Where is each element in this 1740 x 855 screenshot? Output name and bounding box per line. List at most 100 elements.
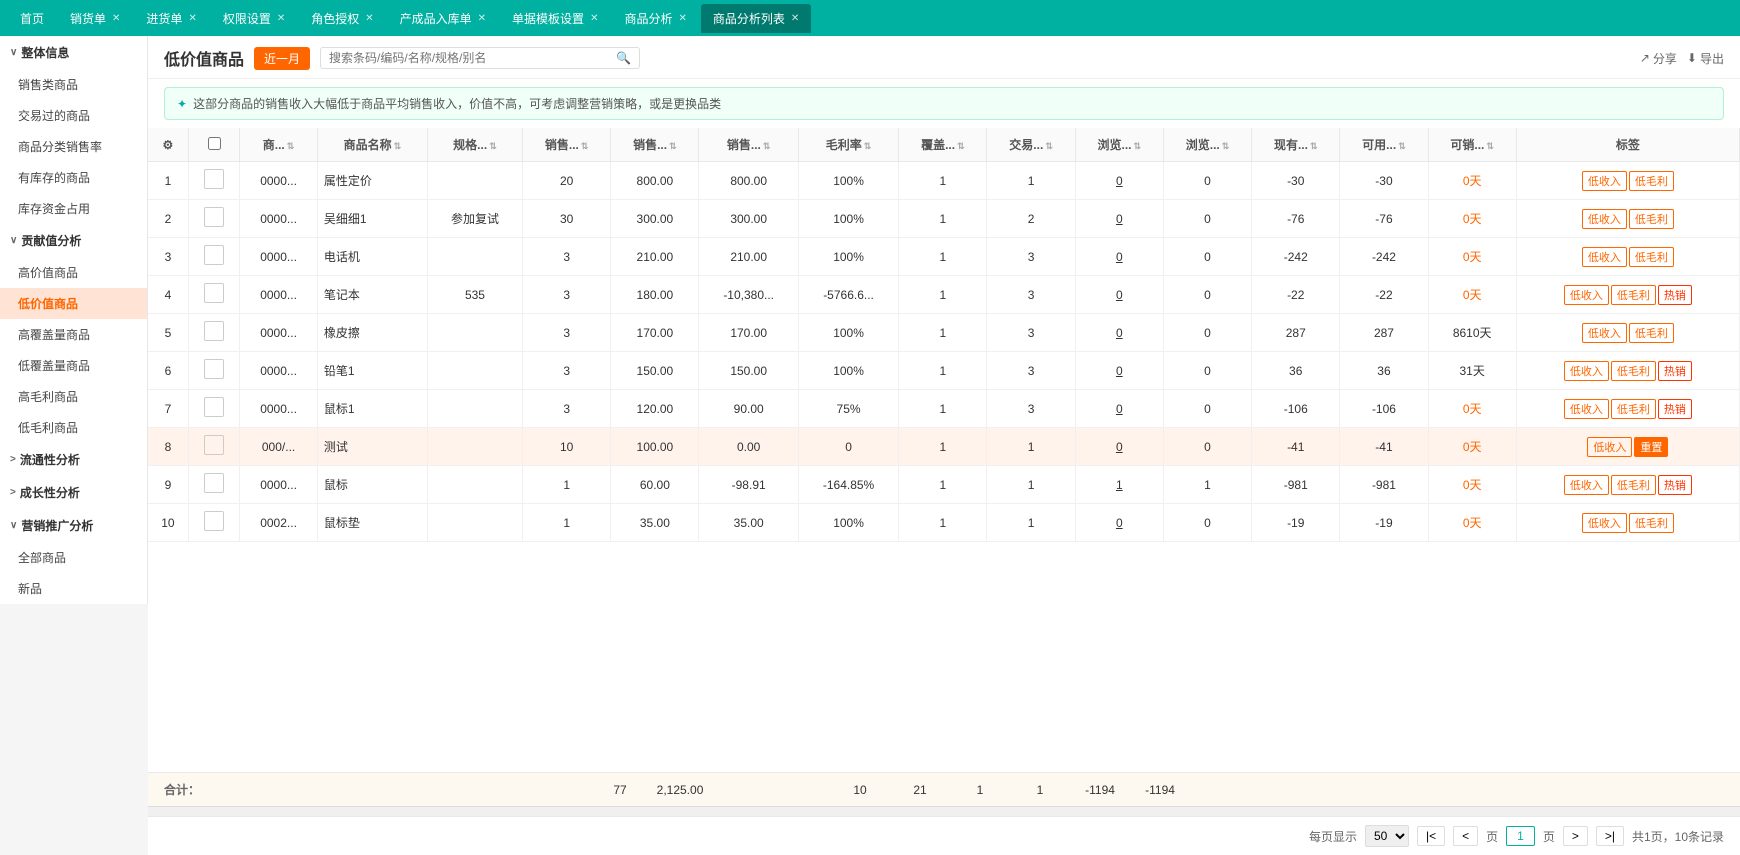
period-button[interactable]: 近一月 bbox=[254, 47, 310, 70]
sidebar-item-low-coverage[interactable]: 低覆盖量商品 bbox=[0, 350, 147, 381]
last-page-button[interactable]: >| bbox=[1596, 826, 1624, 846]
col-trade[interactable]: 交易...⇅ bbox=[987, 128, 1075, 162]
select-all-checkbox[interactable] bbox=[208, 137, 221, 150]
col-browse2[interactable]: 浏览...⇅ bbox=[1163, 128, 1251, 162]
row-checkbox[interactable] bbox=[204, 283, 224, 303]
nav-item-analysis-list[interactable]: 商品分析列表 ✕ bbox=[701, 4, 811, 33]
col-browse1[interactable]: 浏览...⇅ bbox=[1075, 128, 1163, 162]
row-checkbox[interactable] bbox=[204, 169, 224, 189]
cell-saleable: 0天 bbox=[1428, 390, 1516, 428]
nav-item-template[interactable]: 单据模板设置 ✕ bbox=[500, 4, 610, 33]
sidebar-item-stock-capital[interactable]: 库存资金占用 bbox=[0, 193, 147, 224]
cell-checkbox bbox=[188, 504, 239, 542]
browse-link[interactable]: 0 bbox=[1116, 288, 1123, 302]
nav-item-home[interactable]: 首页 bbox=[8, 4, 56, 33]
cell-sales-amount: 150.00 bbox=[611, 352, 699, 390]
browse-link[interactable]: 0 bbox=[1116, 174, 1123, 188]
row-checkbox[interactable] bbox=[204, 207, 224, 227]
cell-trade: 3 bbox=[987, 314, 1075, 352]
sidebar-item-low-gross[interactable]: 低毛利商品 bbox=[0, 412, 147, 443]
sidebar-item-new-products[interactable]: 新品 bbox=[0, 573, 147, 604]
row-checkbox[interactable] bbox=[204, 435, 224, 455]
sidebar-group-overall[interactable]: ∨ 整体信息 bbox=[0, 36, 147, 69]
sidebar-item-high-coverage[interactable]: 高覆盖量商品 bbox=[0, 319, 147, 350]
cell-trade: 1 bbox=[987, 428, 1075, 466]
col-available[interactable]: 可用...⇅ bbox=[1340, 128, 1428, 162]
page-size-select[interactable]: 50 bbox=[1365, 825, 1409, 847]
sidebar-item-traded-products[interactable]: 交易过的商品 bbox=[0, 100, 147, 131]
col-tags: 标签 bbox=[1516, 128, 1739, 162]
browse-link[interactable]: 0 bbox=[1116, 516, 1123, 530]
cell-current-stock: -242 bbox=[1252, 238, 1340, 276]
row-checkbox[interactable] bbox=[204, 359, 224, 379]
browse-link[interactable]: 0 bbox=[1116, 364, 1123, 378]
prev-page-button[interactable]: < bbox=[1453, 826, 1478, 846]
cell-name: 鼠标1 bbox=[317, 390, 427, 428]
cell-idx: 10 bbox=[148, 504, 188, 542]
sidebar-group-marketing[interactable]: ∨ 营销推广分析 bbox=[0, 509, 147, 542]
close-icon[interactable]: ✕ bbox=[188, 13, 196, 24]
col-saleable[interactable]: 可销...⇅ bbox=[1428, 128, 1516, 162]
table-header-row: ⚙ 商...⇅ 商品名称⇅ 规格...⇅ 销售...⇅ 销售...⇅ 销售...… bbox=[148, 128, 1740, 162]
browse-link[interactable]: 0 bbox=[1116, 250, 1123, 264]
nav-item-purchase[interactable]: 进货单 ✕ bbox=[134, 4, 208, 33]
cell-code: 0000... bbox=[240, 466, 318, 504]
sidebar-item-high-value[interactable]: 高价值商品 bbox=[0, 257, 147, 288]
sidebar-item-stock-products[interactable]: 有库存的商品 bbox=[0, 162, 147, 193]
sidebar-item-all-products[interactable]: 全部商品 bbox=[0, 542, 147, 573]
browse-link[interactable]: 0 bbox=[1116, 212, 1123, 226]
sidebar-item-low-value[interactable]: 低价值商品 bbox=[0, 288, 147, 319]
row-checkbox[interactable] bbox=[204, 397, 224, 417]
row-checkbox[interactable] bbox=[204, 473, 224, 493]
sidebar-group-growth[interactable]: > 成长性分析 bbox=[0, 476, 147, 509]
browse-link[interactable]: 1 bbox=[1116, 478, 1123, 492]
cell-idx: 8 bbox=[148, 428, 188, 466]
nav-item-roles[interactable]: 角色授权 ✕ bbox=[299, 4, 385, 33]
browse-link[interactable]: 0 bbox=[1116, 326, 1123, 340]
col-current-stock[interactable]: 现有...⇅ bbox=[1252, 128, 1340, 162]
sidebar-group-circulation[interactable]: > 流通性分析 bbox=[0, 443, 147, 476]
close-icon[interactable]: ✕ bbox=[590, 13, 598, 24]
nav-item-permissions[interactable]: 权限设置 ✕ bbox=[211, 4, 297, 33]
share-button[interactable]: ↗ 分享 bbox=[1640, 50, 1677, 67]
col-code[interactable]: 商...⇅ bbox=[240, 128, 318, 162]
col-settings[interactable]: ⚙ bbox=[148, 128, 188, 162]
nav-item-analysis[interactable]: 商品分析 ✕ bbox=[612, 4, 698, 33]
col-sales-amount[interactable]: 销售...⇅ bbox=[611, 128, 699, 162]
first-page-button[interactable]: |< bbox=[1417, 826, 1445, 846]
col-name[interactable]: 商品名称⇅ bbox=[317, 128, 427, 162]
sidebar-item-high-gross[interactable]: 高毛利商品 bbox=[0, 381, 147, 412]
cell-current-stock: -22 bbox=[1252, 276, 1340, 314]
search-input[interactable] bbox=[329, 51, 610, 65]
close-icon[interactable]: ✕ bbox=[478, 13, 486, 24]
row-checkbox[interactable] bbox=[204, 245, 224, 265]
close-icon[interactable]: ✕ bbox=[365, 13, 373, 24]
nav-item-sales[interactable]: 销货单 ✕ bbox=[58, 4, 132, 33]
tag: 低收入 bbox=[1582, 209, 1627, 229]
close-icon[interactable]: ✕ bbox=[678, 13, 686, 24]
browse-link[interactable]: 0 bbox=[1116, 440, 1123, 454]
next-page-button[interactable]: > bbox=[1563, 826, 1588, 846]
row-checkbox[interactable] bbox=[204, 511, 224, 531]
cell-available: -41 bbox=[1340, 428, 1428, 466]
col-coverage[interactable]: 覆盖...⇅ bbox=[899, 128, 987, 162]
sidebar-item-sales-products[interactable]: 销售类商品 bbox=[0, 69, 147, 100]
nav-item-product-inbound[interactable]: 产成品入库单 ✕ bbox=[388, 4, 498, 33]
search-icon[interactable]: 🔍 bbox=[616, 51, 631, 65]
export-button[interactable]: ⬇ 导出 bbox=[1687, 50, 1724, 67]
sidebar-item-category-sales-rate[interactable]: 商品分类销售率 bbox=[0, 131, 147, 162]
cell-available: -76 bbox=[1340, 200, 1428, 238]
close-icon[interactable]: ✕ bbox=[112, 13, 120, 24]
close-icon[interactable]: ✕ bbox=[277, 13, 285, 24]
row-checkbox[interactable] bbox=[204, 321, 224, 341]
close-icon[interactable]: ✕ bbox=[791, 13, 799, 24]
cell-sales-qty: 1 bbox=[523, 466, 611, 504]
sidebar-group-contribution[interactable]: ∨ 贡献值分析 bbox=[0, 224, 147, 257]
browse-link[interactable]: 0 bbox=[1116, 402, 1123, 416]
col-sales-qty[interactable]: 销售...⇅ bbox=[523, 128, 611, 162]
col-sales-cost[interactable]: 销售...⇅ bbox=[699, 128, 798, 162]
scrollbar-row[interactable] bbox=[148, 806, 1740, 816]
col-gross-margin[interactable]: 毛利率⇅ bbox=[798, 128, 898, 162]
cell-coverage: 1 bbox=[899, 276, 987, 314]
col-spec[interactable]: 规格...⇅ bbox=[427, 128, 522, 162]
